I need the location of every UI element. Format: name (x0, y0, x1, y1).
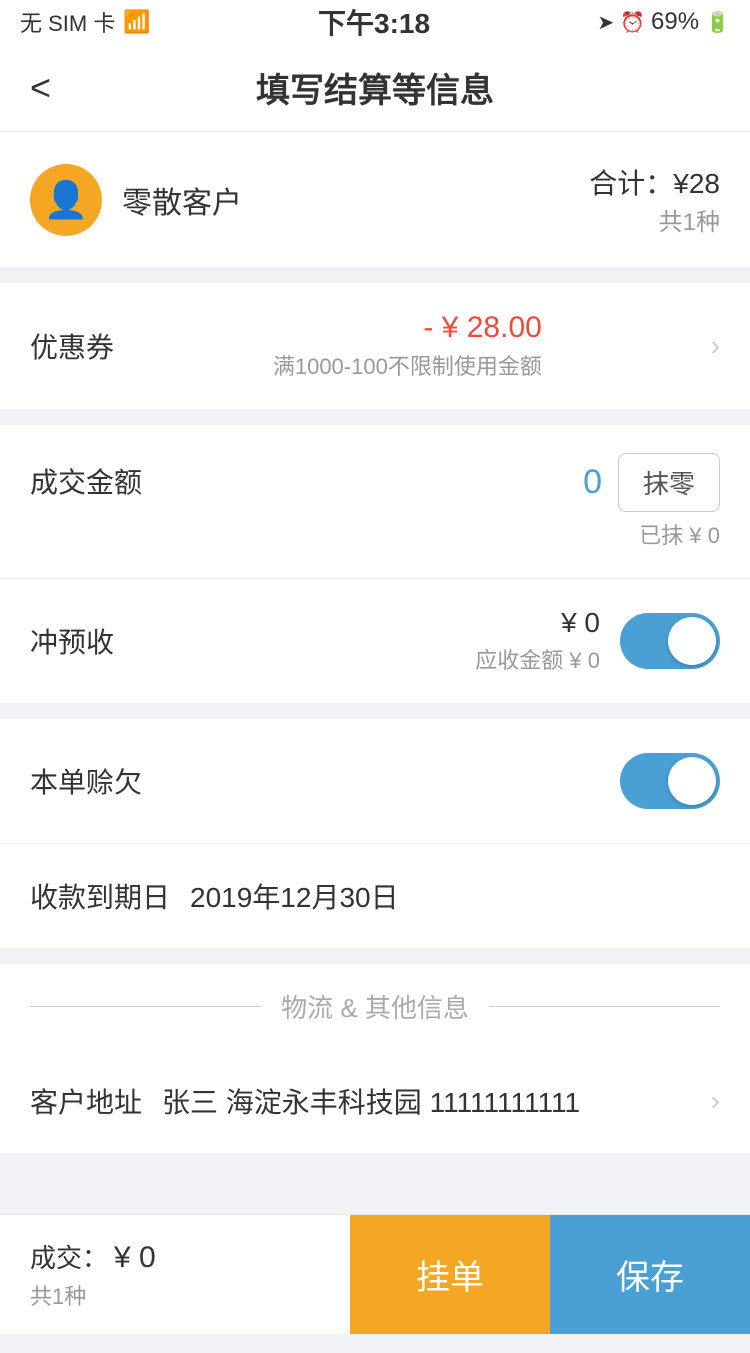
toggle-knob (668, 617, 716, 665)
customer-name: 零散客户 (122, 178, 242, 222)
customer-total: 合计：¥28 (589, 162, 720, 202)
debit-row: 本单赊欠 (0, 719, 750, 843)
address-arrow-icon: › (711, 1085, 720, 1117)
customer-count: 共1种 (589, 202, 720, 237)
logistics-label: 物流 & 其他信息 (281, 988, 469, 1025)
prepayment-subtext: 应收金额 ¥ 0 (475, 643, 600, 675)
coupon-subtext: 满1000-100不限制使用金额 (273, 349, 542, 381)
status-right: ➤ ⏰ 69% 🔋 (597, 8, 730, 36)
debit-toggle-knob (668, 757, 716, 805)
customer-row: 👤 零散客户 合计：¥28 共1种 (0, 132, 750, 267)
transaction-row: 成交金额 0 抹零 已抹 ¥ 0 (0, 425, 750, 578)
bottom-bar: 成交： ¥ 0 共1种 挂单 保存 (0, 1214, 750, 1334)
transaction-value: 0 (583, 463, 602, 502)
page-title: 填写结算等信息 (256, 63, 494, 112)
bottom-info: 成交： ¥ 0 共1种 (0, 1215, 350, 1334)
duedate-row: 收款到期日 2019年12月30日 (0, 843, 750, 948)
customer-info: 👤 零散客户 (30, 164, 242, 236)
status-time: 下午3:18 (318, 2, 430, 42)
coupon-arrow-icon: › (711, 330, 720, 362)
address-label: 客户地址 (30, 1081, 142, 1121)
logistics-line-left (30, 1006, 261, 1007)
chengjiao-value: ¥ 0 (114, 1241, 156, 1275)
battery-text: 69% (651, 8, 699, 36)
logistics-header: 物流 & 其他信息 (0, 964, 750, 1049)
logistics-divider: 物流 & 其他信息 (0, 964, 750, 1049)
duedate-label: 收款到期日 (30, 876, 170, 916)
prepayment-label: 冲预收 (30, 621, 114, 661)
address-value: 张三 海淀永丰科技园 11111111111 (162, 1081, 711, 1121)
chengjiao-label: 成交： (30, 1238, 108, 1275)
bottom-count: 共1种 (30, 1279, 350, 1311)
coupon-label: 优惠券 (30, 326, 114, 366)
logistics-line-right (489, 1006, 720, 1007)
save-button[interactable]: 保存 (550, 1215, 750, 1334)
prepayment-right: ¥ 0 应收金额 ¥ 0 (475, 607, 720, 675)
coupon-section[interactable]: 优惠券 - ¥ 28.00 满1000-100不限制使用金额 › (0, 283, 750, 409)
wifi-icon: 📶 (123, 9, 150, 35)
debit-label: 本单赊欠 (30, 761, 142, 801)
location-icon: ➤ (597, 10, 614, 35)
coupon-right: - ¥ 28.00 满1000-100不限制使用金额 (273, 311, 542, 381)
nav-bar: < 填写结算等信息 (0, 44, 750, 132)
address-section[interactable]: 客户地址 张三 海淀永丰科技园 11111111111 › (0, 1049, 750, 1153)
customer-total-info: 合计：¥28 共1种 (589, 162, 720, 237)
back-button[interactable]: < (30, 67, 51, 109)
avatar: 👤 (30, 164, 102, 236)
customer-section: 👤 零散客户 合计：¥28 共1种 (0, 132, 750, 267)
address-row[interactable]: 客户地址 张三 海淀永丰科技园 11111111111 › (0, 1049, 750, 1153)
status-left: 无 SIM 卡 📶 (20, 6, 151, 38)
status-bar: 无 SIM 卡 📶 下午3:18 ➤ ⏰ 69% 🔋 (0, 0, 750, 44)
avatar-icon: 👤 (44, 179, 89, 221)
transaction-section: 成交金额 0 抹零 已抹 ¥ 0 冲预收 ¥ 0 应收金额 ¥ 0 (0, 425, 750, 703)
transaction-subtext: 已抹 ¥ 0 (639, 518, 720, 550)
round-zero-button[interactable]: 抹零 (618, 453, 720, 512)
alarm-icon: ⏰ (620, 10, 645, 35)
debit-toggle[interactable] (620, 753, 720, 809)
debit-section: 本单赊欠 收款到期日 2019年12月30日 (0, 719, 750, 948)
no-sim-text: 无 SIM 卡 (20, 6, 115, 38)
battery-icon: 🔋 (705, 10, 730, 35)
duedate-value: 2019年12月30日 (190, 876, 399, 916)
coupon-row[interactable]: 优惠券 - ¥ 28.00 满1000-100不限制使用金额 › (0, 283, 750, 409)
prepayment-value: ¥ 0 (561, 607, 600, 639)
hang-button[interactable]: 挂单 (350, 1215, 550, 1334)
prepayment-values: ¥ 0 应收金额 ¥ 0 (475, 607, 600, 675)
prepayment-toggle[interactable] (620, 613, 720, 669)
coupon-value: - ¥ 28.00 (423, 311, 541, 345)
prepayment-row: 冲预收 ¥ 0 应收金额 ¥ 0 (0, 578, 750, 703)
bottom-chengjiao: 成交： ¥ 0 (30, 1238, 350, 1275)
transaction-label: 成交金额 (30, 453, 142, 513)
